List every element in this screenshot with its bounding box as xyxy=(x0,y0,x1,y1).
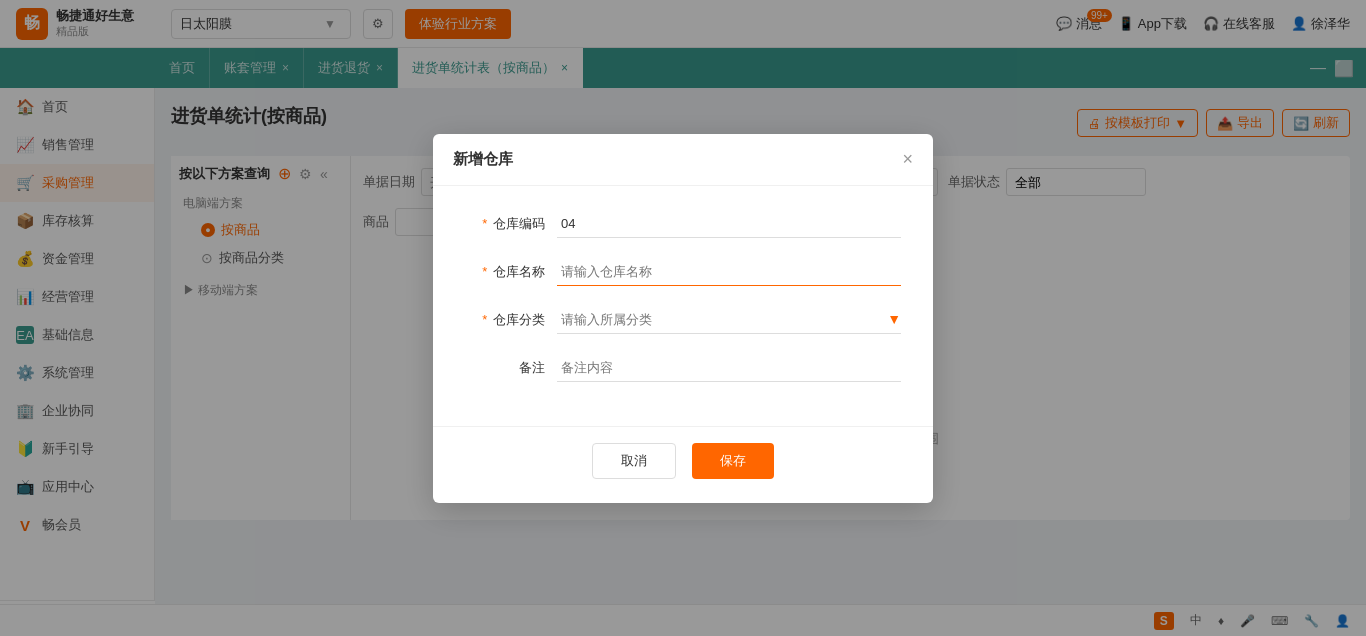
form-row-name: * 仓库名称 xyxy=(465,258,901,286)
category-input[interactable] xyxy=(557,306,887,333)
modal-close-button[interactable]: × xyxy=(902,150,913,168)
cancel-button[interactable]: 取消 xyxy=(592,443,676,479)
modal-overlay: 新增仓库 × * 仓库编码 * 仓库名称 xyxy=(0,0,1366,636)
category-label: * 仓库分类 xyxy=(465,311,545,329)
modal-header: 新增仓库 × xyxy=(433,134,933,186)
modal-footer: 取消 保存 xyxy=(433,427,933,503)
remark-label: 备注 xyxy=(465,359,545,377)
name-input[interactable] xyxy=(557,258,901,286)
modal-body: * 仓库编码 * 仓库名称 * 仓库分类 xyxy=(433,186,933,426)
code-label: * 仓库编码 xyxy=(465,215,545,233)
save-button[interactable]: 保存 xyxy=(692,443,774,479)
code-required-star: * xyxy=(482,216,487,231)
category-dropdown-icon[interactable]: ▼ xyxy=(887,311,901,327)
remark-input[interactable] xyxy=(557,354,901,382)
name-label: * 仓库名称 xyxy=(465,263,545,281)
modal-add-warehouse: 新增仓库 × * 仓库编码 * 仓库名称 xyxy=(433,134,933,503)
category-required-star: * xyxy=(482,312,487,327)
code-input[interactable] xyxy=(557,210,901,238)
form-row-code: * 仓库编码 xyxy=(465,210,901,238)
name-required-star: * xyxy=(482,264,487,279)
modal-title: 新增仓库 xyxy=(453,150,513,169)
form-row-category: * 仓库分类 ▼ xyxy=(465,306,901,334)
form-row-remark: 备注 xyxy=(465,354,901,382)
category-select-wrapper: ▼ xyxy=(557,306,901,334)
